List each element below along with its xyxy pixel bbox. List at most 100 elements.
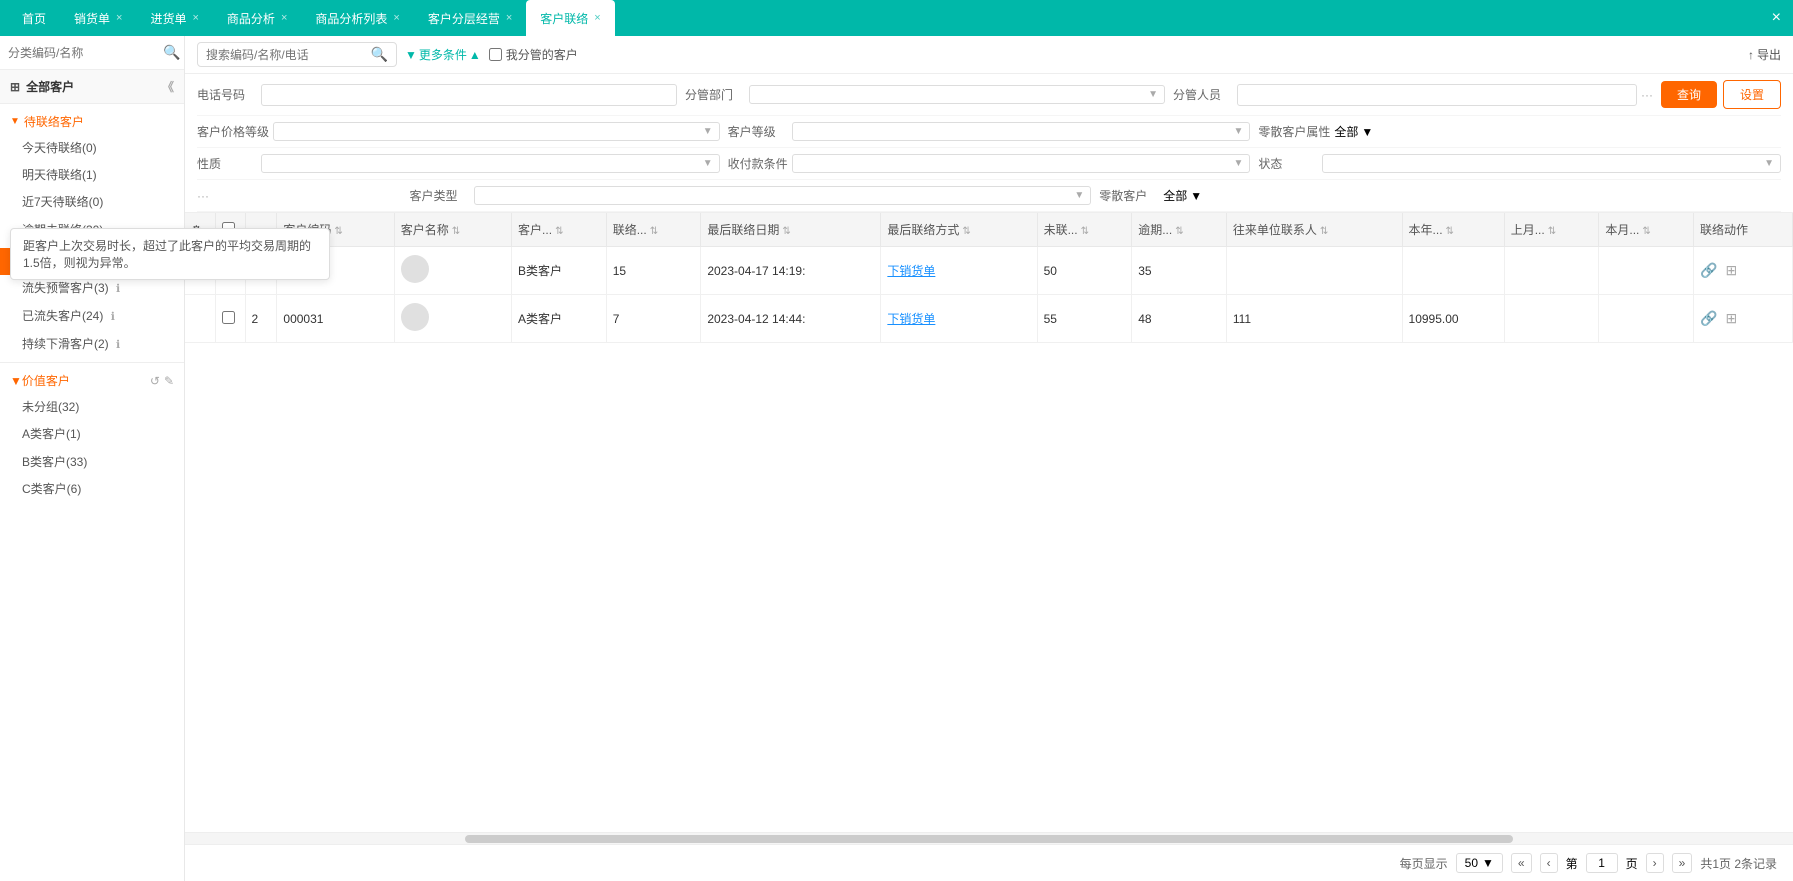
grid-icon: ⊞: [10, 80, 20, 94]
td-uncontacted-2: 55: [1037, 295, 1132, 343]
sidebar-item-tomorrow[interactable]: 明天待联络(1): [0, 162, 184, 189]
value-group-refresh-icon[interactable]: ↺: [150, 374, 160, 388]
sidebar-item-today[interactable]: 今天待联络(0): [0, 135, 184, 162]
td-last-month-2: [1504, 295, 1599, 343]
value-customer-group-title[interactable]: ▼ 价值客户 ↺ ✎: [0, 367, 184, 394]
close-customer-contact-icon[interactable]: ×: [594, 12, 600, 24]
nav-home[interactable]: 首页: [8, 0, 60, 36]
customer-level-select[interactable]: ▼: [792, 122, 1251, 141]
nature-select[interactable]: ▼: [261, 154, 720, 173]
sidebar-item-b-class[interactable]: B类客户(33): [0, 449, 184, 476]
dept-select[interactable]: ▼: [749, 85, 1165, 104]
nav-product-analysis-list[interactable]: 商品分析列表 ×: [301, 0, 413, 36]
close-product-list-icon[interactable]: ×: [393, 12, 399, 24]
nav-sales-order[interactable]: 销货单 ×: [60, 0, 136, 36]
filter-search-icon[interactable]: 🔍: [371, 46, 388, 63]
nav-product-analysis[interactable]: 商品分析 ×: [213, 0, 301, 36]
my-customers-check-input[interactable]: [489, 48, 502, 61]
nav-purchase-order[interactable]: 进货单 ×: [136, 0, 212, 36]
row4-dots-icon[interactable]: ···: [197, 189, 209, 203]
filter-cell-nature: 性质 ▼: [197, 154, 720, 173]
th-last-month[interactable]: 上月...⇅: [1504, 213, 1599, 247]
link-action-icon-1[interactable]: 🔗: [1700, 262, 1717, 279]
th-last-date[interactable]: 最后联络日期⇅: [701, 213, 881, 247]
th-overdue[interactable]: 逾期...⇅: [1132, 213, 1227, 247]
th-contacts[interactable]: 往来单位联系人⇅: [1226, 213, 1402, 247]
table-area: ⚙ 客户编码⇅ 客户名称⇅ 客户...⇅ 联络...⇅ 最后联络日期⇅ 最后联络…: [185, 213, 1793, 832]
price-level-label: 客户价格等级: [197, 123, 269, 140]
query-button[interactable]: 查询: [1661, 81, 1717, 108]
retail-customer-label: 零散客户: [1099, 187, 1159, 204]
manager-dots-icon[interactable]: ···: [1641, 88, 1653, 102]
more-conditions-btn[interactable]: ▼ 更多条件 ▲: [405, 46, 481, 63]
sidebar-item-churned[interactable]: 已流失客户(24) ℹ: [0, 303, 184, 331]
sidebar-search-icon[interactable]: 🔍: [163, 44, 180, 61]
next-page-button[interactable]: ›: [1646, 853, 1664, 873]
manager-input[interactable]: [1237, 84, 1637, 106]
customer-type-select[interactable]: ▼: [474, 186, 1092, 205]
pending-contact-group-title[interactable]: ▼ 待联络客户: [0, 108, 184, 135]
th-this-month[interactable]: 本月...⇅: [1599, 213, 1694, 247]
close-product-analysis-icon[interactable]: ×: [281, 12, 287, 24]
th-uncontacted[interactable]: 未联...⇅: [1037, 213, 1132, 247]
table-header: ⚙ 客户编码⇅ 客户名称⇅ 客户...⇅ 联络...⇅ 最后联络日期⇅ 最后联络…: [185, 213, 1793, 247]
first-page-button[interactable]: «: [1511, 853, 1532, 873]
sidebar-item-a-class[interactable]: A类客户(1): [0, 421, 184, 448]
nav-customer-segment[interactable]: 客户分层经营 ×: [414, 0, 526, 36]
pending-contact-group: ▼ 待联络客户 今天待联络(0) 明天待联络(1) 近7天待联络(0) 逾期未联…: [0, 104, 184, 248]
td-contact-1: 15: [606, 247, 701, 295]
phone-input[interactable]: [261, 84, 677, 106]
sidebar-item-unclassified[interactable]: 未分组(32): [0, 394, 184, 421]
close-sales-order-icon[interactable]: ×: [116, 12, 122, 24]
value-group-edit-icon[interactable]: ✎: [164, 374, 174, 388]
chevron-more-icon: ▲: [469, 48, 481, 62]
close-customer-segment-icon[interactable]: ×: [506, 12, 512, 24]
last-page-button[interactable]: »: [1672, 853, 1693, 873]
td-last-method-1[interactable]: 下销货单: [881, 247, 1037, 295]
grid-action-icon-2[interactable]: ⊞: [1725, 310, 1737, 327]
payment-select[interactable]: ▼: [792, 154, 1251, 173]
link-action-icon-2[interactable]: 🔗: [1700, 310, 1717, 327]
per-page-select[interactable]: 50 ▼: [1456, 853, 1503, 873]
th-level[interactable]: 客户...⇅: [512, 213, 607, 247]
close-purchase-order-icon[interactable]: ×: [192, 12, 198, 24]
sidebar-item-c-class[interactable]: C类客户(6): [0, 476, 184, 503]
status-chevron-icon: ▼: [1764, 158, 1774, 169]
setting-button[interactable]: 设置: [1723, 80, 1781, 109]
td-last-date-1: 2023-04-17 14:19:: [701, 247, 881, 295]
row2-checkbox[interactable]: [222, 311, 235, 324]
td-last-method-2[interactable]: 下销货单: [881, 295, 1037, 343]
my-customers-checkbox[interactable]: 我分管的客户: [489, 46, 578, 63]
table-horizontal-scrollbar[interactable]: [185, 832, 1793, 844]
retail-attr-select[interactable]: 全部 ▼: [1334, 123, 1373, 140]
filter-search-input[interactable]: [206, 48, 371, 62]
td-last-month-1: [1504, 247, 1599, 295]
retail-customer-select[interactable]: 全部 ▼: [1163, 187, 1202, 204]
th-contact-count[interactable]: 联络...⇅: [606, 213, 701, 247]
sidebar-item-7days[interactable]: 近7天待联络(0): [0, 189, 184, 216]
th-this-year[interactable]: 本年...⇅: [1402, 213, 1504, 247]
collapse-sidebar-icon[interactable]: 《: [162, 78, 174, 95]
status-select[interactable]: ▼: [1322, 154, 1781, 173]
prev-page-button[interactable]: ‹: [1540, 853, 1558, 873]
price-level-select[interactable]: ▼: [273, 122, 720, 141]
close-all-tabs-icon[interactable]: ×: [1772, 9, 1781, 27]
sidebar-item-declining[interactable]: 持续下滑客户(2) ℹ: [0, 331, 184, 359]
grid-action-icon-1[interactable]: ⊞: [1725, 262, 1737, 279]
all-customers-header[interactable]: ⊞ 全部客户 《: [0, 70, 184, 104]
nav-customer-contact[interactable]: 客户联络 ×: [526, 0, 614, 36]
td-check-2[interactable]: [215, 295, 245, 343]
sidebar-search-input[interactable]: [8, 46, 163, 60]
top-navigation: 首页 销货单 × 进货单 × 商品分析 × 商品分析列表 × 客户分层经营 × …: [0, 0, 1793, 36]
filter-bar: 🔍 ▼ 更多条件 ▲ 我分管的客户 ↑ 导出: [185, 36, 1793, 74]
scrollbar-thumb[interactable]: [465, 835, 1513, 843]
td-last-date-2: 2023-04-12 14:44:: [701, 295, 881, 343]
table-body: 1 000039 B类客户 15 2023-04-17 14:19: 下销货单 …: [185, 247, 1793, 343]
th-last-method[interactable]: 最后联络方式⇅: [881, 213, 1037, 247]
td-name-2: [394, 295, 511, 343]
export-button[interactable]: ↑ 导出: [1748, 46, 1781, 63]
filter-cell-retail-attr: 零散客户属性 全部 ▼: [1258, 123, 1781, 140]
page-number-input[interactable]: [1586, 853, 1618, 873]
th-name[interactable]: 客户名称⇅: [394, 213, 511, 247]
td-contacts-1: [1226, 247, 1402, 295]
